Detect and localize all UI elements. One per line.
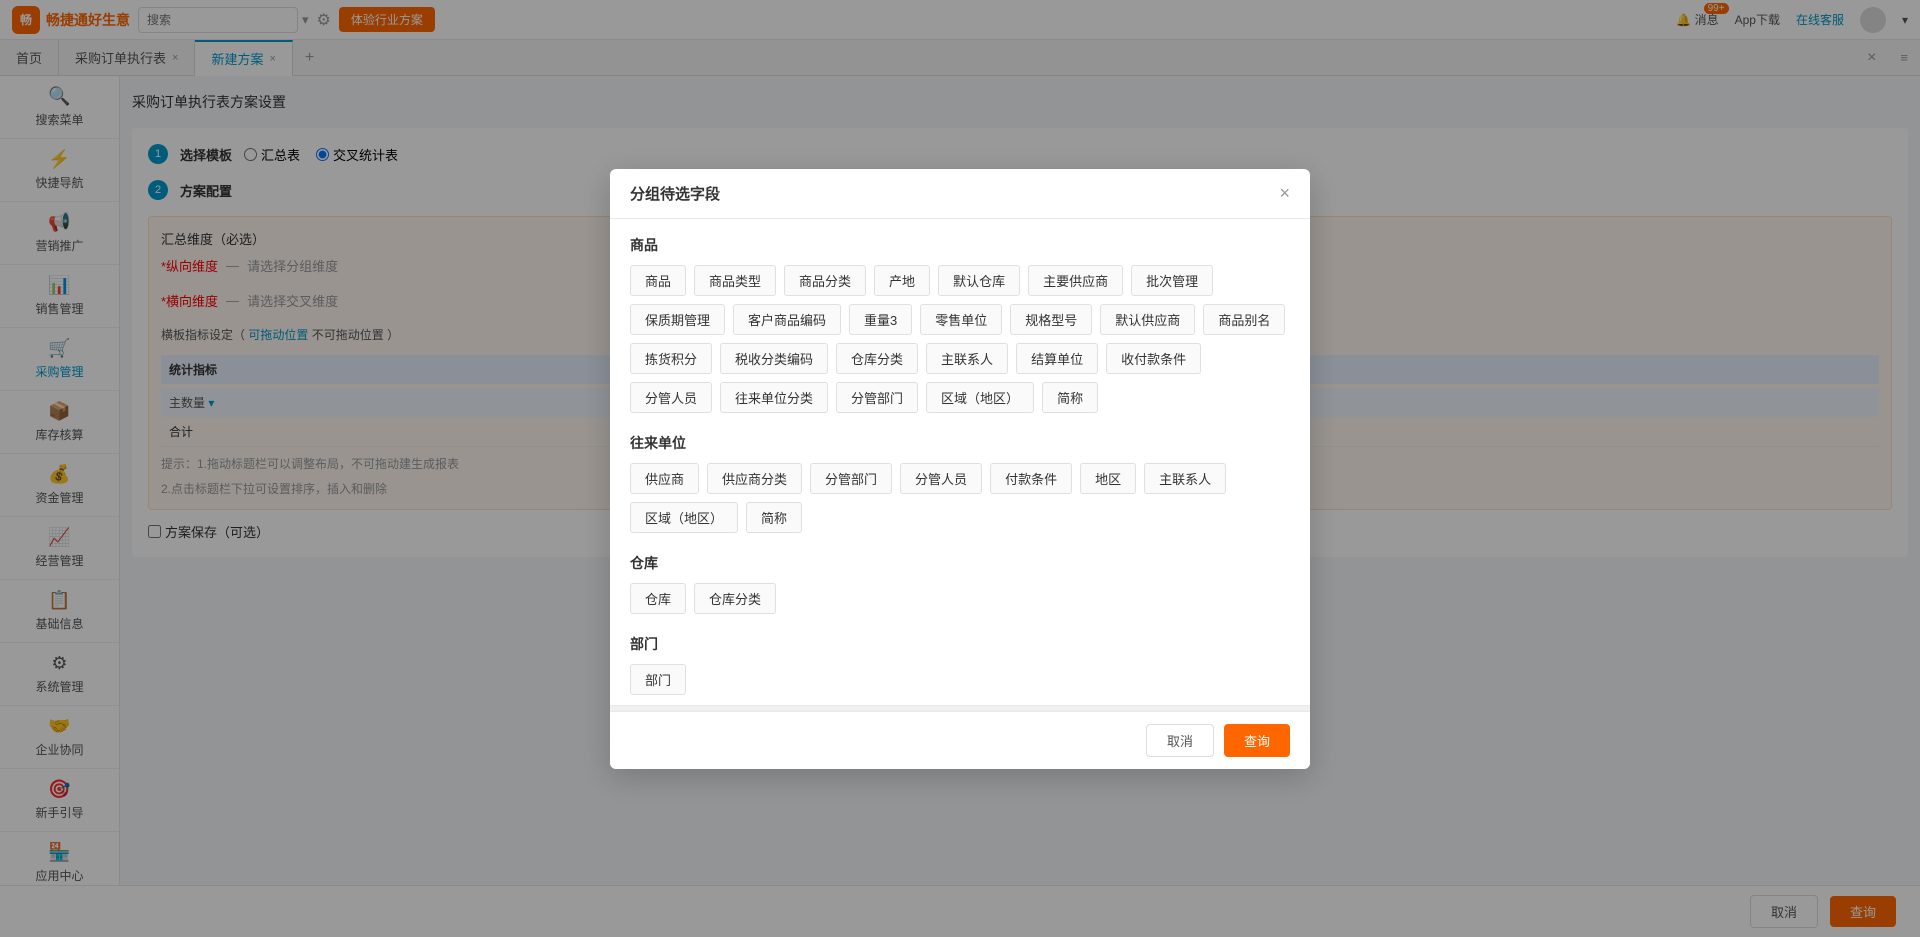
modal-header: 分组待选字段 × — [610, 169, 1310, 219]
field-chip-product-重量3[interactable]: 重量3 — [849, 304, 912, 335]
section-title-partner: 往来单位 — [630, 433, 1290, 453]
field-chip-dept-部门[interactable]: 部门 — [630, 664, 686, 695]
field-chip-partner-供应商[interactable]: 供应商 — [630, 463, 699, 494]
field-chip-product-批次管理[interactable]: 批次管理 — [1131, 265, 1213, 296]
field-chip-partner-付款条件[interactable]: 付款条件 — [990, 463, 1072, 494]
field-section-warehouse: 仓库 仓库 仓库分类 — [630, 553, 1290, 614]
field-chip-partner-供应商分类[interactable]: 供应商分类 — [707, 463, 802, 494]
modal-cancel-button[interactable]: 取消 — [1146, 724, 1214, 757]
field-chip-product-商品分类[interactable]: 商品分类 — [784, 265, 866, 296]
field-chip-product-区域地区[interactable]: 区域（地区） — [926, 382, 1034, 413]
field-chip-product-规格型号[interactable]: 规格型号 — [1010, 304, 1092, 335]
field-section-product: 商品 商品 商品类型 商品分类 产地 默认仓库 主要供应商 批次管理 保质期管理… — [630, 235, 1290, 413]
field-chip-product-简称[interactable]: 简称 — [1042, 382, 1098, 413]
field-chip-product-结算单位[interactable]: 结算单位 — [1016, 343, 1098, 374]
field-chip-product-商品别名[interactable]: 商品别名 — [1203, 304, 1285, 335]
field-chip-product-默认供应商[interactable]: 默认供应商 — [1100, 304, 1195, 335]
field-chip-product-商品[interactable]: 商品 — [630, 265, 686, 296]
field-chip-product-商品类型[interactable]: 商品类型 — [694, 265, 776, 296]
field-chip-product-税收分类编码[interactable]: 税收分类编码 — [720, 343, 828, 374]
modal-close-button[interactable]: × — [1279, 183, 1290, 204]
field-chip-partner-分管部门[interactable]: 分管部门 — [810, 463, 892, 494]
field-chip-product-主要供应商[interactable]: 主要供应商 — [1028, 265, 1123, 296]
field-chip-product-拣货积分[interactable]: 拣货积分 — [630, 343, 712, 374]
modal-footer: 取消 查询 — [610, 711, 1310, 769]
field-chip-warehouse-仓库[interactable]: 仓库 — [630, 583, 686, 614]
field-chip-product-往来单位分类[interactable]: 往来单位分类 — [720, 382, 828, 413]
section-title-product: 商品 — [630, 235, 1290, 255]
section-title-dept: 部门 — [630, 634, 1290, 654]
field-chip-product-保质期管理[interactable]: 保质期管理 — [630, 304, 725, 335]
field-chip-partner-主联系人[interactable]: 主联系人 — [1144, 463, 1226, 494]
field-chip-product-客户商品编码[interactable]: 客户商品编码 — [733, 304, 841, 335]
field-chip-product-产地[interactable]: 产地 — [874, 265, 930, 296]
modal-overlay: 分组待选字段 × 商品 商品 商品类型 商品分类 产地 默认仓库 主要供应商 批… — [0, 0, 1920, 937]
modal-title: 分组待选字段 — [630, 183, 720, 204]
section-title-warehouse: 仓库 — [630, 553, 1290, 573]
modal-confirm-button[interactable]: 查询 — [1224, 724, 1290, 757]
field-chip-product-零售单位[interactable]: 零售单位 — [920, 304, 1002, 335]
field-chips-warehouse: 仓库 仓库分类 — [630, 583, 1290, 614]
field-chips-partner: 供应商 供应商分类 分管部门 分管人员 付款条件 地区 主联系人 区域（地区） … — [630, 463, 1290, 533]
field-section-dept: 部门 部门 — [630, 634, 1290, 695]
field-chip-product-分管人员[interactable]: 分管人员 — [630, 382, 712, 413]
field-chip-partner-区域地区[interactable]: 区域（地区） — [630, 502, 738, 533]
field-section-partner: 往来单位 供应商 供应商分类 分管部门 分管人员 付款条件 地区 主联系人 区域… — [630, 433, 1290, 533]
field-chip-product-分管部门[interactable]: 分管部门 — [836, 382, 918, 413]
field-chip-warehouse-仓库分类[interactable]: 仓库分类 — [694, 583, 776, 614]
field-chips-dept: 部门 — [630, 664, 1290, 695]
field-chip-partner-分管人员[interactable]: 分管人员 — [900, 463, 982, 494]
field-chip-partner-地区[interactable]: 地区 — [1080, 463, 1136, 494]
field-chip-product-仓库分类[interactable]: 仓库分类 — [836, 343, 918, 374]
field-chip-product-主联系人[interactable]: 主联系人 — [926, 343, 1008, 374]
modal-body: 商品 商品 商品类型 商品分类 产地 默认仓库 主要供应商 批次管理 保质期管理… — [610, 219, 1310, 705]
field-chips-product: 商品 商品类型 商品分类 产地 默认仓库 主要供应商 批次管理 保质期管理 客户… — [630, 265, 1290, 413]
field-chip-product-收付款条件[interactable]: 收付款条件 — [1106, 343, 1201, 374]
field-chip-partner-简称[interactable]: 简称 — [746, 502, 802, 533]
field-chip-product-默认仓库[interactable]: 默认仓库 — [938, 265, 1020, 296]
modal: 分组待选字段 × 商品 商品 商品类型 商品分类 产地 默认仓库 主要供应商 批… — [610, 169, 1310, 769]
